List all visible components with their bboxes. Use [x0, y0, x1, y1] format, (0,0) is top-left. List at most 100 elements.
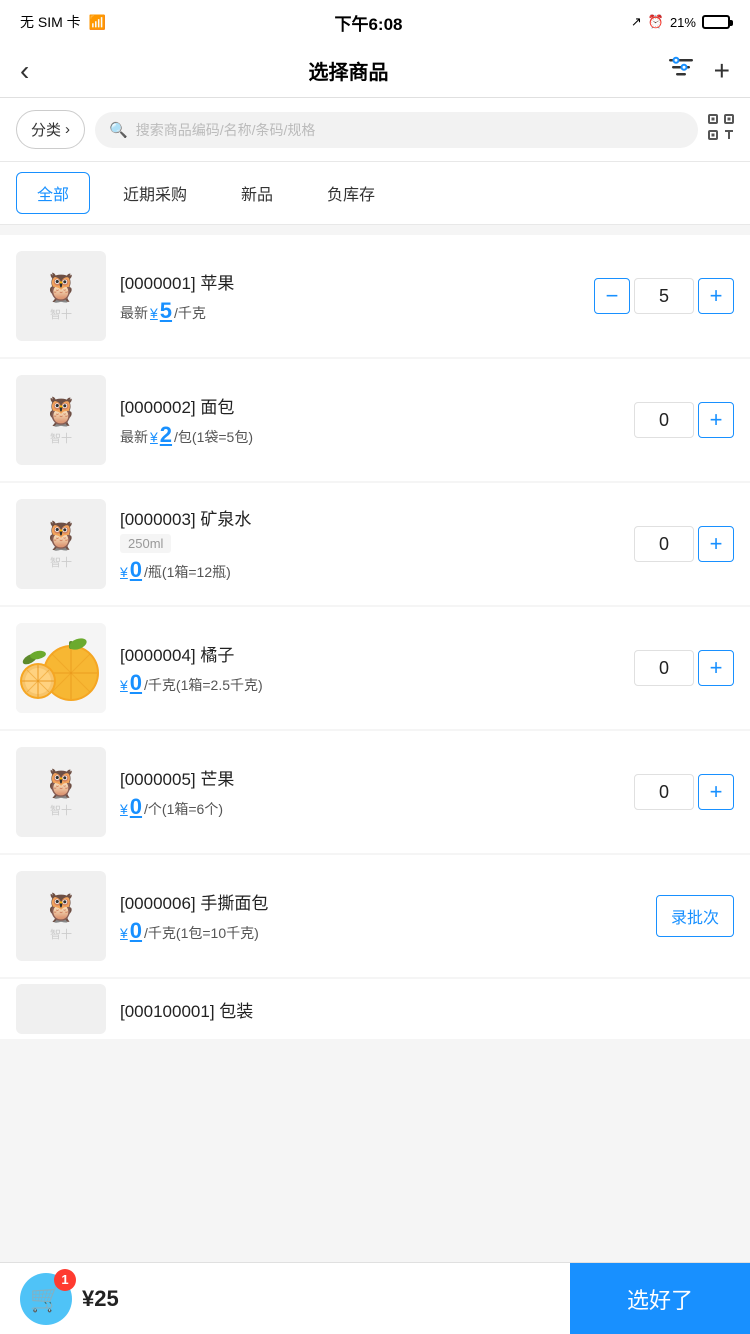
- product-price: 最新 ¥ 2 /包(1袋=5包): [120, 422, 620, 448]
- product-price: ¥ 0 /千克(1箱=2.5千克): [120, 670, 620, 696]
- product-name: [000100001] 包装: [120, 997, 734, 1022]
- product-price: ¥ 0 /个(1箱=6个): [120, 794, 620, 820]
- increase-button[interactable]: +: [698, 650, 734, 686]
- tab-negative[interactable]: 负库存: [306, 172, 396, 214]
- product-list: 🦉 智十 [0000001] 苹果 最新 ¥ 5 /千克 − + 🦉 智十: [0, 235, 750, 1111]
- add-product-button[interactable]: +: [714, 55, 730, 87]
- owl-logo: 🦉 智十: [16, 499, 106, 589]
- filter-icon[interactable]: [668, 56, 694, 85]
- product-image: 🦉 智十: [16, 251, 106, 341]
- quantity-stepper[interactable]: [634, 526, 694, 562]
- search-input[interactable]: 🔍 搜索商品编码/名称/条码/规格: [95, 112, 698, 148]
- battery-bar: [702, 15, 730, 29]
- product-info: [0000004] 橘子 ¥ 0 /千克(1箱=2.5千克): [120, 641, 620, 696]
- decrease-button[interactable]: −: [594, 278, 630, 314]
- product-info: [000100001] 包装: [120, 997, 734, 1022]
- cart-total: ¥25: [82, 1286, 119, 1312]
- battery-percent: 21%: [670, 15, 696, 30]
- tab-all[interactable]: 全部: [16, 172, 90, 214]
- product-image: [16, 623, 106, 713]
- price-currency: ¥: [120, 801, 128, 817]
- increase-button[interactable]: +: [698, 774, 734, 810]
- product-info: [0000003] 矿泉水 250ml ¥ 0 /瓶(1箱=12瓶): [120, 505, 620, 583]
- price-number: 0: [130, 918, 142, 944]
- product-image: 🦉 智十: [16, 499, 106, 589]
- price-number: 2: [160, 422, 172, 448]
- back-button[interactable]: ‹: [20, 55, 29, 87]
- quantity-stepper[interactable]: [634, 774, 694, 810]
- quantity-control: 录批次: [656, 895, 734, 937]
- category-chevron: ›: [65, 121, 70, 138]
- product-image: [16, 984, 106, 1034]
- product-info: [0000001] 苹果 最新 ¥ 5 /千克: [120, 269, 580, 324]
- table-row: 🦉 智十 [0000002] 面包 最新 ¥ 2 /包(1袋=5包) +: [0, 359, 750, 481]
- price-currency: ¥: [120, 925, 128, 941]
- increase-button[interactable]: +: [698, 402, 734, 438]
- bottom-spacer: [0, 1039, 750, 1111]
- search-placeholder-text: 搜索商品编码/名称/条码/规格: [136, 120, 316, 140]
- product-name: [0000005] 芒果: [120, 765, 620, 790]
- increase-button[interactable]: +: [698, 526, 734, 562]
- product-name: [0000002] 面包: [120, 393, 620, 418]
- quantity-control: +: [634, 402, 734, 438]
- price-number: 0: [130, 557, 142, 583]
- increase-button[interactable]: +: [698, 278, 734, 314]
- price-label: 最新: [120, 427, 148, 447]
- category-button[interactable]: 分类 ›: [16, 110, 85, 149]
- price-unit: /个(1箱=6个): [144, 799, 223, 819]
- price-number: 0: [130, 670, 142, 696]
- tab-new[interactable]: 新品: [220, 172, 294, 214]
- page-title: 选择商品: [308, 56, 388, 85]
- product-spec: 250ml: [120, 534, 171, 553]
- status-bar: 无 SIM 卡 📶 下午6:08 ↗ ⏰ 21%: [0, 0, 750, 44]
- owl-logo: 🦉 智十: [16, 375, 106, 465]
- alarm-icon: ⏰: [648, 14, 664, 30]
- product-name: [0000001] 苹果: [120, 269, 580, 294]
- status-carrier: 无 SIM 卡 📶: [20, 12, 106, 32]
- quantity-control: +: [634, 774, 734, 810]
- batch-button[interactable]: 录批次: [656, 895, 734, 937]
- quantity-control: − +: [594, 278, 734, 314]
- table-row: [0000004] 橘子 ¥ 0 /千克(1箱=2.5千克) +: [0, 607, 750, 729]
- product-price: 最新 ¥ 5 /千克: [120, 298, 580, 324]
- product-image: 🦉 智十: [16, 871, 106, 961]
- nav-bar: ‹ 选择商品 +: [0, 44, 750, 98]
- nav-right-actions: +: [668, 55, 730, 87]
- cart-badge: 1: [54, 1269, 76, 1291]
- tab-bar: 全部 近期采购 新品 负库存: [0, 162, 750, 225]
- quantity-stepper[interactable]: [634, 650, 694, 686]
- carrier-text: 无 SIM 卡: [20, 12, 81, 32]
- price-number: 5: [160, 298, 172, 324]
- price-currency: ¥: [150, 429, 158, 445]
- cart-icon-button[interactable]: 🛒 1: [20, 1273, 72, 1325]
- table-row: 🦉 智十 [0000005] 芒果 ¥ 0 /个(1箱=6个) +: [0, 731, 750, 853]
- product-image: 🦉 智十: [16, 747, 106, 837]
- cart-section: 🛒 1 ¥25: [0, 1273, 570, 1325]
- product-info: [0000006] 手撕面包 ¥ 0 /千克(1包=10千克): [120, 889, 642, 944]
- product-price: ¥ 0 /千克(1包=10千克): [120, 918, 642, 944]
- quantity-stepper[interactable]: [634, 278, 694, 314]
- product-price: ¥ 0 /瓶(1箱=12瓶): [120, 557, 620, 583]
- product-info: [0000002] 面包 最新 ¥ 2 /包(1袋=5包): [120, 393, 620, 448]
- tab-recent[interactable]: 近期采购: [102, 172, 208, 214]
- location-icon: ↗: [631, 14, 642, 30]
- quantity-control: +: [634, 526, 734, 562]
- price-unit: /千克(1包=10千克): [144, 923, 259, 943]
- wifi-icon: 📶: [89, 14, 106, 31]
- confirm-button[interactable]: 选好了: [570, 1263, 750, 1334]
- quantity-stepper[interactable]: [634, 402, 694, 438]
- category-label: 分类: [31, 119, 61, 140]
- status-right: ↗ ⏰ 21%: [631, 14, 730, 30]
- price-currency: ¥: [120, 564, 128, 580]
- owl-logo: 🦉 智十: [16, 747, 106, 837]
- product-info: [0000005] 芒果 ¥ 0 /个(1箱=6个): [120, 765, 620, 820]
- price-number: 0: [130, 794, 142, 820]
- price-currency: ¥: [150, 305, 158, 321]
- price-label: 最新: [120, 303, 148, 323]
- price-currency: ¥: [120, 677, 128, 693]
- scan-icon[interactable]: [708, 114, 734, 146]
- price-unit: /瓶(1箱=12瓶): [144, 562, 231, 582]
- separator: [0, 225, 750, 235]
- product-name: [0000004] 橘子: [120, 641, 620, 666]
- table-row: 🦉 智十 [0000003] 矿泉水 250ml ¥ 0 /瓶(1箱=12瓶) …: [0, 483, 750, 605]
